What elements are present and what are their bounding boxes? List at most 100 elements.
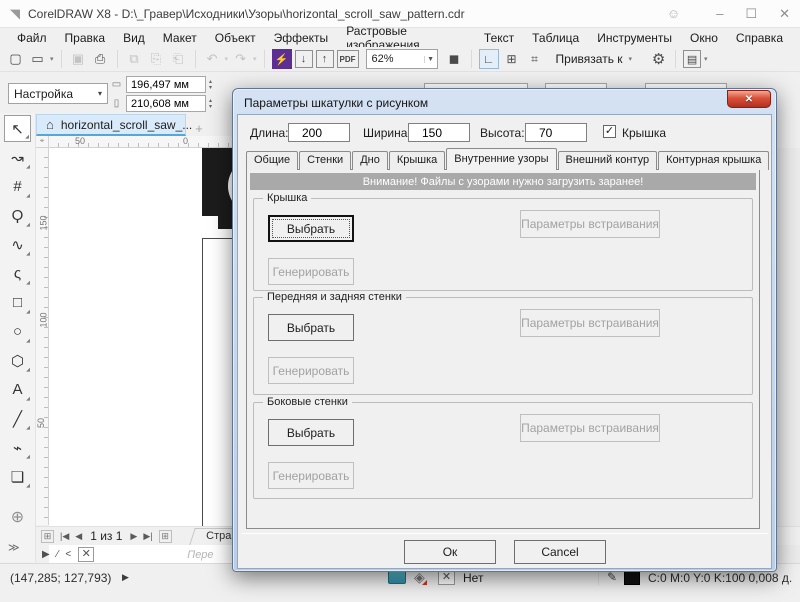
spin-down-icon[interactable]: ▾ xyxy=(209,104,212,110)
artistic-media-tool[interactable]: ς ◢ xyxy=(4,260,31,287)
lid-checkbox[interactable]: ✓ xyxy=(603,125,616,138)
page-height-input[interactable] xyxy=(126,95,206,112)
palette-expand-icon[interactable]: ▶ xyxy=(42,549,50,560)
shape-tool[interactable]: ↝ ◢ xyxy=(4,144,31,171)
close-button[interactable]: ✕ xyxy=(779,6,790,22)
horizontal-ruler[interactable]: 50 0 xyxy=(49,136,232,148)
coords-expand-icon[interactable]: ▶ xyxy=(122,572,129,583)
dimension-tool[interactable]: ╱ ◢ xyxy=(4,405,31,432)
add-page-button[interactable]: ⊞ xyxy=(158,529,172,543)
length-input[interactable] xyxy=(288,123,350,142)
preset-dropdown-icon[interactable]: ▾ xyxy=(98,89,102,98)
cut-icon[interactable]: ⧉ xyxy=(125,49,144,69)
show-rulers-icon[interactable]: ∟ xyxy=(478,49,499,69)
home-icon[interactable]: ⌂ xyxy=(46,117,54,132)
menu-table[interactable]: Таблица xyxy=(523,29,588,47)
document-tab[interactable]: ⌂ horizontal_scroll_saw_... xyxy=(36,114,192,136)
new-document-icon[interactable]: ▢ xyxy=(6,49,25,69)
ellipse-tool[interactable]: ○ ◢ xyxy=(4,318,31,345)
crop-tool[interactable]: # ◢ xyxy=(4,173,31,200)
fullscreen-preview-icon[interactable]: ◼ xyxy=(445,49,464,69)
palette-eyedropper-icon[interactable]: ⁄ xyxy=(57,549,59,560)
tab-lid[interactable]: Крышка xyxy=(388,151,446,170)
preset-combo[interactable]: Настройка ▾ xyxy=(8,83,108,104)
width-input[interactable] xyxy=(408,123,470,142)
ruler-origin-icon[interactable]: ⌖ xyxy=(36,136,49,148)
menu-window[interactable]: Окно xyxy=(681,29,727,47)
save-icon[interactable]: ▣ xyxy=(69,49,88,69)
zoom-level-combo[interactable]: 62% ▼ xyxy=(365,49,438,69)
menu-help[interactable]: Справка xyxy=(727,29,792,47)
toolbox-expand-icon[interactable]: ≫ xyxy=(8,541,20,554)
copy-icon[interactable]: ⎘ xyxy=(147,49,166,69)
redo-icon[interactable]: ↷ xyxy=(231,49,250,69)
page-width-input[interactable] xyxy=(126,76,206,93)
front-back-select-button[interactable]: Выбрать xyxy=(268,314,354,341)
vertical-ruler[interactable]: 150 100 50 xyxy=(36,148,49,525)
tab-bottom[interactable]: Дно xyxy=(352,151,388,170)
dialog-close-button[interactable]: ✕ xyxy=(727,90,771,108)
cancel-button[interactable]: Cancel xyxy=(514,540,606,564)
zoom-tool[interactable]: Ϙ ◢ xyxy=(4,202,31,229)
height-input[interactable] xyxy=(525,123,587,142)
publish-pdf-icon[interactable]: PDF xyxy=(336,50,359,68)
search-content-icon[interactable]: ⚡ xyxy=(271,49,292,69)
paste-icon[interactable]: ⎗ xyxy=(169,49,188,69)
ok-button[interactable]: Ок xyxy=(404,540,496,564)
show-guidelines-icon[interactable]: ⌗ xyxy=(525,49,545,69)
import-icon[interactable]: ↓ xyxy=(294,50,313,68)
menu-text[interactable]: Текст xyxy=(475,29,523,47)
new-tab-button[interactable]: + xyxy=(186,121,212,136)
next-page-icon[interactable]: ▶ xyxy=(130,531,137,542)
tab-general[interactable]: Общие xyxy=(246,151,299,170)
menu-effects[interactable]: Эффекты xyxy=(265,29,338,47)
connector-tool[interactable]: ⌁ ◢ xyxy=(4,434,31,461)
redo-dropdown-icon[interactable]: ▾ xyxy=(253,55,257,63)
app-launcher-icon[interactable]: ▤ xyxy=(683,50,702,68)
open-icon[interactable]: ▭ xyxy=(28,49,47,69)
menu-layout[interactable]: Макет xyxy=(154,29,206,47)
first-page-icon[interactable]: |◀ xyxy=(60,531,69,542)
prev-page-icon[interactable]: ◀ xyxy=(75,531,82,542)
options-gear-icon[interactable]: ⚙ xyxy=(649,49,668,69)
menu-edit[interactable]: Правка xyxy=(56,29,115,47)
side-walls-select-button[interactable]: Выбрать xyxy=(268,419,354,446)
menu-object[interactable]: Объект xyxy=(206,29,265,47)
no-color-swatch[interactable]: ✕ xyxy=(78,547,95,562)
outline-pen-icon[interactable]: ✎ xyxy=(607,570,617,584)
minimize-button[interactable]: – xyxy=(716,6,723,21)
print-icon[interactable]: ⎙ xyxy=(91,49,110,69)
zoom-dropdown-icon[interactable]: ▼ xyxy=(423,55,437,63)
show-grid-icon[interactable]: ⊞ xyxy=(502,49,522,69)
dialog-title-bar[interactable]: Параметры шкатулки с рисунком ✕ xyxy=(237,90,772,114)
rectangle-tool[interactable]: □ ◢ xyxy=(4,289,31,316)
tab-outer-contour[interactable]: Внешний контур xyxy=(557,151,658,170)
menu-view[interactable]: Вид xyxy=(114,29,154,47)
polygon-tool[interactable]: ⬡ ◢ xyxy=(4,347,31,374)
undo-icon[interactable]: ↶ xyxy=(203,49,222,69)
open-dropdown-icon[interactable]: ▾ xyxy=(50,55,54,63)
customize-toolbox-button[interactable]: ⊕ xyxy=(4,503,31,530)
snap-to-dropdown-icon[interactable]: ▾ xyxy=(629,55,633,63)
spin-down-icon[interactable]: ▾ xyxy=(209,85,212,91)
undo-dropdown-icon[interactable]: ▾ xyxy=(225,55,229,63)
maximize-button[interactable]: ☐ xyxy=(745,6,757,22)
tab-walls[interactable]: Стенки xyxy=(299,151,352,170)
drop-shadow-tool[interactable]: ❏ ◢ xyxy=(4,463,31,490)
add-page-button[interactable]: ⊞ xyxy=(41,529,54,543)
last-page-icon[interactable]: ▶| xyxy=(143,531,152,542)
launcher-dropdown-icon[interactable]: ▾ xyxy=(704,55,708,63)
account-icon[interactable]: ☺ xyxy=(667,6,680,21)
freehand-tool[interactable]: ∿ ◢ xyxy=(4,231,31,258)
tab-contour-lid[interactable]: Контурная крышка xyxy=(658,151,770,170)
menu-file[interactable]: Файл xyxy=(8,29,56,47)
palette-scroll-left-icon[interactable]: < xyxy=(65,549,71,560)
snap-to-label[interactable]: Привязать к xyxy=(556,52,623,66)
text-tool[interactable]: A ◢ xyxy=(4,376,31,403)
tab-inner-patterns[interactable]: Внутренние узоры xyxy=(446,148,557,170)
export-icon[interactable]: ↑ xyxy=(315,50,334,68)
lid-select-button[interactable]: Выбрать xyxy=(268,215,354,242)
menu-tools[interactable]: Инструменты xyxy=(588,29,681,47)
display-color-settings-icon[interactable] xyxy=(388,570,406,584)
pick-tool[interactable]: ↖ ◢ xyxy=(4,115,31,142)
